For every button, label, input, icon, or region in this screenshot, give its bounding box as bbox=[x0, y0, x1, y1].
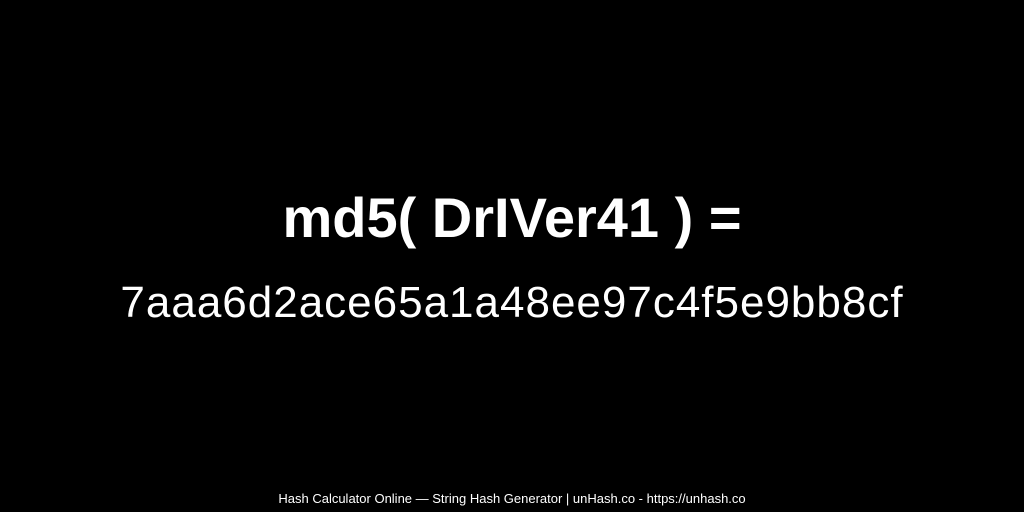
hash-expression: md5( DrIVer41 ) = bbox=[282, 185, 741, 250]
footer-text: Hash Calculator Online — String Hash Gen… bbox=[0, 491, 1024, 506]
hash-content: md5( DrIVer41 ) = 7aaa6d2ace65a1a48ee97c… bbox=[120, 0, 903, 512]
hash-result: 7aaa6d2ace65a1a48ee97c4f5e9bb8cf bbox=[120, 278, 903, 328]
